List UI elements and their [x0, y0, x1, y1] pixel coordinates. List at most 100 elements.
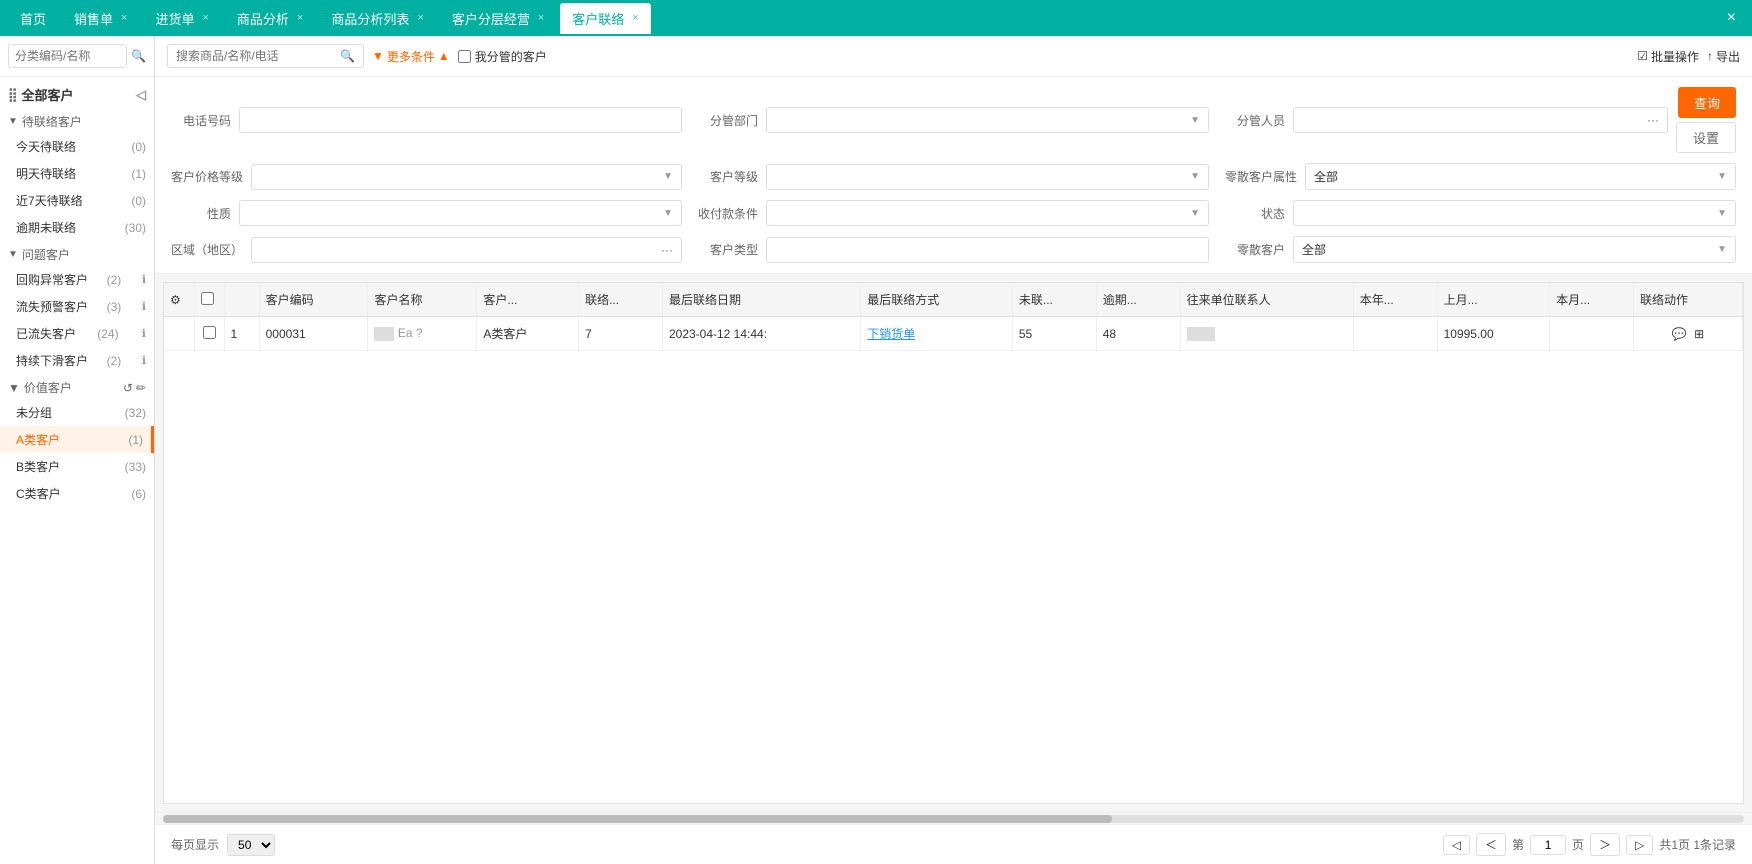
- total-records: 共1页 1条记录: [1659, 836, 1736, 853]
- search-submit-icon[interactable]: 🔍: [340, 49, 355, 63]
- region-select[interactable]: ···: [251, 237, 682, 263]
- sidebar-item-tomorrow[interactable]: 明天待联络 (1): [0, 160, 154, 187]
- th-overdue[interactable]: 逾期...: [1096, 283, 1180, 317]
- horizontal-scrollbar[interactable]: [155, 812, 1752, 824]
- sidebar-item-churned[interactable]: 已流失客户 (24) ℹ: [0, 320, 154, 347]
- sidebar-item-overdue[interactable]: 逾期未联络 (30): [0, 214, 154, 241]
- dept-select[interactable]: ▼: [766, 107, 1209, 133]
- sidebar-item-churn-warning[interactable]: 流失预警客户 (3) ℹ: [0, 293, 154, 320]
- close-customer-contact-tab[interactable]: ×: [632, 12, 638, 24]
- th-checkbox[interactable]: [194, 283, 224, 317]
- nav-tab-purchase[interactable]: 进货单 ×: [143, 3, 220, 34]
- person-select[interactable]: ···: [1293, 107, 1668, 133]
- price-level-label: 客户价格等级: [171, 168, 243, 185]
- phone-input[interactable]: [239, 107, 682, 133]
- my-customer-checkbox[interactable]: [458, 50, 471, 63]
- scrollbar-track[interactable]: [163, 815, 1744, 823]
- dept-label: 分管部门: [698, 112, 758, 129]
- page-size-select[interactable]: 50: [227, 834, 275, 856]
- filter-area: 电话号码 分管部门 ▼ 分管人员 ··· 查询 设置: [155, 77, 1752, 274]
- td-last-contact-way[interactable]: 下销货单: [861, 317, 1013, 351]
- value-group-refresh-icon[interactable]: ↺: [123, 381, 133, 395]
- page-input[interactable]: [1530, 835, 1566, 855]
- th-code[interactable]: 客户编码: [259, 283, 368, 317]
- td-code[interactable]: 000031: [259, 317, 368, 351]
- close-product-list-tab[interactable]: ×: [417, 12, 423, 24]
- sidebar-collapse-icon[interactable]: ◁: [136, 87, 146, 103]
- phone-label: 电话号码: [171, 112, 231, 129]
- th-contact-action[interactable]: 联络动作: [1633, 283, 1742, 317]
- sidebar-item-7days[interactable]: 近7天待联络 (0): [0, 187, 154, 214]
- status-select[interactable]: ▼: [1293, 200, 1736, 226]
- sidebar-item-a-class[interactable]: A类客户 (1): [0, 426, 154, 453]
- name-avatar: [374, 327, 394, 341]
- nav-tab-customer-mgmt[interactable]: 客户分层经营 ×: [440, 3, 556, 34]
- batch-operation-button[interactable]: ☑ 批量操作: [1637, 48, 1699, 65]
- nav-tab-product-list[interactable]: 商品分析列表 ×: [319, 3, 435, 34]
- close-sales-tab[interactable]: ×: [121, 12, 127, 24]
- filter-customer-type: 客户类型: [698, 236, 1209, 263]
- nav-tab-sales[interactable]: 销售单 ×: [62, 3, 139, 34]
- close-product-analysis-tab[interactable]: ×: [297, 12, 303, 24]
- contact-chat-icon[interactable]: 💬: [1672, 327, 1687, 341]
- query-button[interactable]: 查询: [1678, 87, 1736, 118]
- close-all-button[interactable]: ×: [1719, 5, 1744, 31]
- nav-home[interactable]: 首页: [8, 3, 58, 34]
- sidebar-item-today[interactable]: 今天待联络 (0): [0, 133, 154, 160]
- td-name[interactable]: Ea ?: [368, 317, 477, 351]
- first-page-button[interactable]: ◁: [1443, 835, 1470, 855]
- th-company-contact[interactable]: 往来单位联系人: [1180, 283, 1353, 317]
- sidebar-item-repurchase[interactable]: 回购异常客户 (2) ℹ: [0, 266, 154, 293]
- search-input[interactable]: [176, 49, 336, 63]
- td-last-month: 10995.00: [1437, 317, 1550, 351]
- th-contact[interactable]: 联络...: [579, 283, 663, 317]
- nature-select[interactable]: ▼: [239, 200, 682, 226]
- value-group-edit-icon[interactable]: ✏: [136, 381, 146, 395]
- th-last-contact-way[interactable]: 最后联络方式: [861, 283, 1013, 317]
- contact-link-icon[interactable]: ⊞: [1694, 327, 1704, 341]
- setting-button[interactable]: 设置: [1676, 122, 1736, 153]
- th-this-year[interactable]: 本年...: [1353, 283, 1437, 317]
- export-button[interactable]: ↑ 导出: [1707, 48, 1740, 65]
- my-customer-checkbox-label[interactable]: 我分管的客户: [458, 48, 547, 65]
- close-purchase-tab[interactable]: ×: [202, 12, 208, 24]
- td-contact-action[interactable]: 💬 ⊞: [1633, 317, 1742, 351]
- th-last-month[interactable]: 上月...: [1437, 283, 1550, 317]
- th-this-month[interactable]: 本月...: [1550, 283, 1634, 317]
- next-page-button[interactable]: ＞: [1590, 833, 1620, 856]
- settings-gear-icon[interactable]: ⚙: [170, 293, 181, 307]
- scrollbar-thumb[interactable]: [163, 815, 1112, 823]
- th-type[interactable]: 客户...: [477, 283, 579, 317]
- nature-caret-icon: ▼: [663, 208, 673, 219]
- sidebar-item-c-class[interactable]: C类客户 (6): [0, 480, 154, 507]
- nav-tab-customer-contact[interactable]: 客户联络 ×: [560, 3, 650, 34]
- sidebar-search-icon[interactable]: 🔍: [131, 49, 146, 63]
- customer-level-select[interactable]: ▼: [766, 164, 1209, 190]
- th-name[interactable]: 客户名称: [368, 283, 477, 317]
- sidebar-item-ungrouped[interactable]: 未分组 (32): [0, 399, 154, 426]
- th-no-contact[interactable]: 未联...: [1012, 283, 1096, 317]
- all-customers-header[interactable]: ⣿ 全部客户 ◁: [0, 77, 154, 108]
- dept-caret-icon: ▼: [1190, 115, 1200, 126]
- td-check[interactable]: [194, 317, 224, 351]
- last-page-button[interactable]: ▷: [1626, 835, 1653, 855]
- prev-page-button[interactable]: ＜: [1476, 833, 1506, 856]
- row-checkbox[interactable]: [203, 326, 216, 339]
- sidebar-item-declining[interactable]: 持续下滑客户 (2) ℹ: [0, 347, 154, 374]
- payment-select[interactable]: ▼: [766, 200, 1209, 226]
- more-filter-button[interactable]: ▼ 更多条件 ▲: [372, 48, 450, 65]
- sidebar-item-b-class[interactable]: B类客户 (33): [0, 453, 154, 480]
- select-all-checkbox[interactable]: [201, 292, 214, 305]
- nav-tab-product-analysis[interactable]: 商品分析 ×: [225, 3, 315, 34]
- filter-icon: ▼: [372, 49, 384, 63]
- page-info: ◁ ＜ 第 页 ＞ ▷ 共1页 1条记录: [1443, 833, 1736, 856]
- th-settings[interactable]: ⚙: [164, 283, 194, 317]
- retail-customer-select[interactable]: 全部 ▼: [1293, 236, 1736, 263]
- retail-attr-select[interactable]: 全部 ▼: [1305, 163, 1736, 190]
- table-row: 1 000031 Ea ? A类客户 7 2023-04-12 14:44: 下…: [164, 317, 1743, 351]
- sidebar-search-input[interactable]: [8, 44, 127, 68]
- customer-type-select[interactable]: [766, 237, 1209, 263]
- price-level-select[interactable]: ▼: [251, 164, 682, 190]
- th-last-contact-date[interactable]: 最后联络日期: [662, 283, 860, 317]
- close-customer-mgmt-tab[interactable]: ×: [538, 12, 544, 24]
